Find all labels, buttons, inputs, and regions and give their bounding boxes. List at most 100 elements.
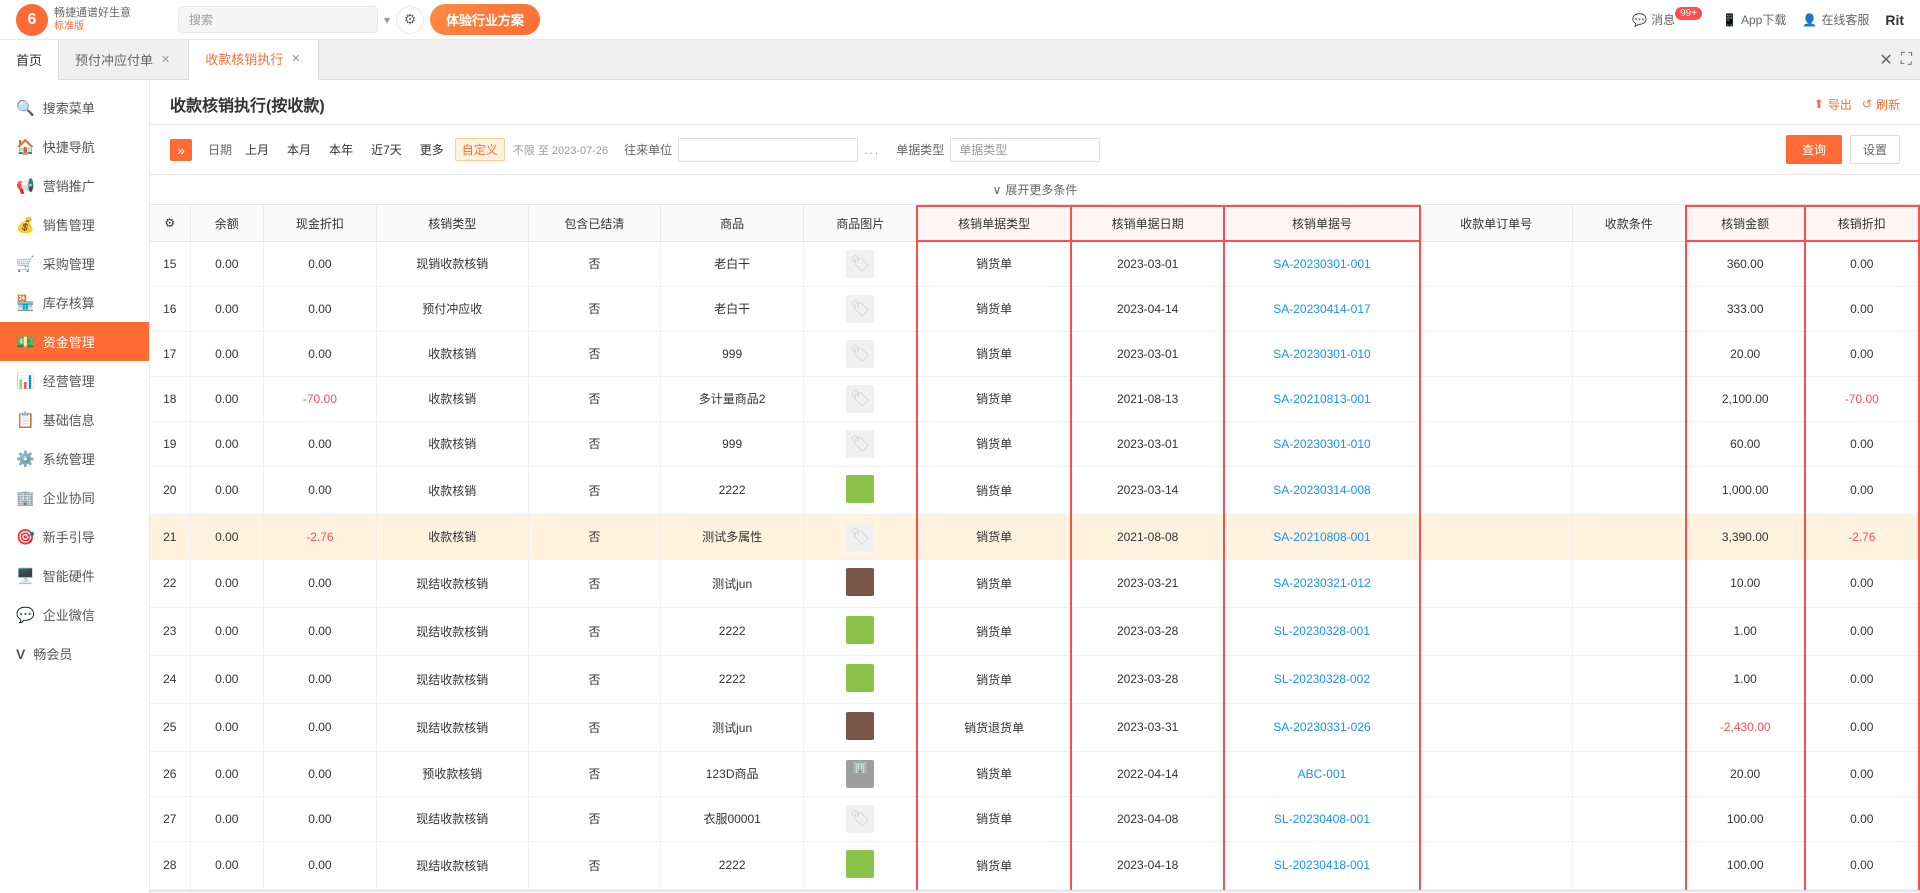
sidebar-item-basic-info[interactable]: 📋 基础信息 bbox=[0, 400, 149, 439]
table-row[interactable]: 15 0.00 0.00 现销收款核销 否 老白干 🏷 销货单 2023-03-… bbox=[150, 241, 1919, 286]
table-row[interactable]: 21 0.00 -2.76 收款核销 否 测试多属性 🏷 销货单 2021-08… bbox=[150, 514, 1919, 559]
voucher-type-select[interactable]: 单据类型 bbox=[950, 138, 1100, 162]
filter-expand-button[interactable]: » bbox=[170, 139, 192, 161]
tab-collection-close[interactable]: ✕ bbox=[289, 52, 302, 65]
td-cash-discount: 0.00 bbox=[264, 655, 377, 703]
table-row[interactable]: 18 0.00 -70.00 收款核销 否 多计量商品2 🏷 销货单 2021-… bbox=[150, 376, 1919, 421]
table-row[interactable]: 19 0.00 0.00 收款核销 否 999 🏷 销货单 2023-03-01… bbox=[150, 421, 1919, 466]
sidebar-item-quick-nav[interactable]: 🏠 快捷导航 bbox=[0, 127, 149, 166]
tab-expand-icon[interactable]: ⛶ bbox=[1901, 51, 1912, 69]
page-header: 收款核销执行(按收款) ⬆ 导出 ↺ 刷新 bbox=[150, 80, 1920, 125]
tab-close-all-icon[interactable]: ✕ bbox=[1879, 50, 1892, 70]
table-row[interactable]: 27 0.00 0.00 现结收款核销 否 衣服00001 🏷 销货单 2023… bbox=[150, 796, 1919, 841]
write-off-no-link[interactable]: SA-20230331-026 bbox=[1273, 720, 1370, 734]
td-include-cleared: 否 bbox=[528, 751, 660, 796]
sidebar-item-purchase[interactable]: 🛒 采购管理 bbox=[0, 244, 149, 283]
th-settings[interactable]: ⚙ bbox=[150, 206, 190, 241]
write-off-no-link[interactable]: SL-20230328-001 bbox=[1274, 624, 1370, 638]
date-btn-this-year[interactable]: 本年 bbox=[322, 138, 360, 161]
td-receipt-order-no bbox=[1420, 607, 1573, 655]
tab-home[interactable]: 首页 bbox=[0, 40, 59, 80]
td-no: 25 bbox=[150, 703, 190, 751]
td-cash-discount: 0.00 bbox=[264, 559, 377, 607]
sidebar-item-system[interactable]: ⚙️ 系统管理 bbox=[0, 439, 149, 478]
sidebar-label-search-menu: 搜索菜单 bbox=[43, 98, 95, 117]
write-off-no-link[interactable]: SL-20230418-001 bbox=[1274, 858, 1370, 872]
td-balance: 0.00 bbox=[190, 796, 264, 841]
write-off-no-link[interactable]: SL-20230408-001 bbox=[1274, 812, 1370, 826]
write-off-no-link[interactable]: ABC-001 bbox=[1298, 767, 1347, 781]
td-write-off-voucher-type: 销货单 bbox=[917, 421, 1071, 466]
td-write-off-discount: -70.00 bbox=[1805, 376, 1919, 421]
tab-prepay-close[interactable]: ✕ bbox=[159, 53, 172, 66]
filter-action-buttons: 查询 设置 bbox=[1786, 135, 1900, 164]
td-write-off-amount: 20.00 bbox=[1686, 751, 1805, 796]
write-off-no-link[interactable]: SA-20230321-012 bbox=[1273, 576, 1370, 590]
settings-button[interactable]: 设置 bbox=[1850, 135, 1900, 164]
write-off-no-link[interactable]: SA-20210808-001 bbox=[1273, 530, 1370, 544]
write-off-no-link[interactable]: SA-20230314-008 bbox=[1273, 483, 1370, 497]
top-search-input[interactable]: 搜索 bbox=[178, 6, 378, 33]
table-row[interactable]: 16 0.00 0.00 预付冲应收 否 老白干 🏷 销货单 2023-04-1… bbox=[150, 286, 1919, 331]
gear-icon[interactable]: ⚙ bbox=[396, 6, 424, 34]
table-container[interactable]: ⚙ 余额 现金折扣 核销类型 包含已结清 商品 商品图片 核销单据类型 核销单据… bbox=[150, 205, 1920, 893]
from-unit-input[interactable] bbox=[678, 138, 858, 162]
td-no: 28 bbox=[150, 841, 190, 889]
sidebar-item-operation[interactable]: 📊 经营管理 bbox=[0, 361, 149, 400]
refresh-button[interactable]: ↺ 刷新 bbox=[1862, 96, 1900, 113]
td-write-off-type: 收款核销 bbox=[376, 421, 528, 466]
td-write-off-discount: 0.00 bbox=[1805, 286, 1919, 331]
th-product: 商品 bbox=[661, 206, 804, 241]
write-off-no-link[interactable]: SA-20230414-017 bbox=[1273, 302, 1370, 316]
write-off-no-link[interactable]: SA-20230301-010 bbox=[1273, 347, 1370, 361]
search-menu-icon: 🔍 bbox=[16, 99, 35, 117]
sidebar-item-inventory[interactable]: 🏪 库存核算 bbox=[0, 283, 149, 322]
table-row[interactable]: 25 0.00 0.00 现结收款核销 否 测试jun 销货退货单 2023-0… bbox=[150, 703, 1919, 751]
query-button[interactable]: 查询 bbox=[1786, 135, 1842, 164]
td-product: 多计量商品2 bbox=[661, 376, 804, 421]
td-balance: 0.00 bbox=[190, 241, 264, 286]
export-button[interactable]: ⬆ 导出 bbox=[1814, 96, 1852, 113]
td-write-off-no: SL-20230328-001 bbox=[1224, 607, 1419, 655]
date-btn-this-month[interactable]: 本月 bbox=[280, 138, 318, 161]
data-table: ⚙ 余额 现金折扣 核销类型 包含已结清 商品 商品图片 核销单据类型 核销单据… bbox=[150, 205, 1920, 890]
tab-collection[interactable]: 收款核销执行 ✕ bbox=[189, 40, 319, 80]
write-off-no-link[interactable]: SA-20210813-001 bbox=[1273, 392, 1370, 406]
table-row[interactable]: 17 0.00 0.00 收款核销 否 999 🏷 销货单 2023-03-01… bbox=[150, 331, 1919, 376]
date-btn-last-month[interactable]: 上月 bbox=[238, 138, 276, 161]
table-row[interactable]: 26 0.00 0.00 预收款核销 否 123D商品 🏢 销货单 2022-0… bbox=[150, 751, 1919, 796]
write-off-no-link[interactable]: SL-20230328-002 bbox=[1274, 672, 1370, 686]
table-row[interactable]: 20 0.00 0.00 收款核销 否 2222 销货单 2023-03-14 … bbox=[150, 466, 1919, 514]
sidebar-item-search-menu[interactable]: 🔍 搜索菜单 bbox=[0, 88, 149, 127]
message-item[interactable]: 💬 消息 99+ bbox=[1632, 11, 1706, 28]
sidebar-item-wechat[interactable]: 💬 企业微信 bbox=[0, 595, 149, 634]
sidebar-item-newbie[interactable]: 🎯 新手引导 bbox=[0, 517, 149, 556]
sidebar-item-enterprise[interactable]: 🏢 企业协同 bbox=[0, 478, 149, 517]
table-row[interactable]: 22 0.00 0.00 现结收款核销 否 测试jun 销货单 2023-03-… bbox=[150, 559, 1919, 607]
write-off-no-link[interactable]: SA-20230301-001 bbox=[1273, 257, 1370, 271]
date-btn-custom[interactable]: 自定义 bbox=[455, 138, 505, 161]
sidebar-item-sales[interactable]: 💰 销售管理 bbox=[0, 205, 149, 244]
sidebar-item-smart-hw[interactable]: 🖥️ 智能硬件 bbox=[0, 556, 149, 595]
tab-prepay[interactable]: 预付冲应付单 ✕ bbox=[59, 40, 189, 80]
table-row[interactable]: 23 0.00 0.00 现结收款核销 否 2222 销货单 2023-03-2… bbox=[150, 607, 1919, 655]
expand-more-button[interactable]: ∨ 展开更多条件 bbox=[993, 181, 1078, 198]
table-row[interactable]: 24 0.00 0.00 现结收款核销 否 2222 销货单 2023-03-2… bbox=[150, 655, 1919, 703]
from-unit-dots[interactable]: ... bbox=[864, 143, 880, 157]
td-receipt-condition bbox=[1572, 607, 1686, 655]
sidebar-item-vip[interactable]: V 畅会员 bbox=[0, 634, 149, 673]
product-image: 🏷 bbox=[846, 805, 874, 833]
trial-button[interactable]: 体验行业方案 bbox=[430, 4, 540, 35]
app-download-item[interactable]: 📱 App下载 bbox=[1722, 11, 1786, 28]
online-service-item[interactable]: 👤 在线客服 bbox=[1802, 11, 1869, 28]
date-btn-7days[interactable]: 近7天 bbox=[364, 138, 409, 161]
td-cash-discount: 0.00 bbox=[264, 286, 377, 331]
table-row[interactable]: 28 0.00 0.00 现结收款核销 否 2222 销货单 2023-04-1… bbox=[150, 841, 1919, 889]
date-btn-more[interactable]: 更多 bbox=[413, 138, 451, 161]
write-off-no-link[interactable]: SA-20230301-010 bbox=[1273, 437, 1370, 451]
sidebar-item-finance[interactable]: 💵 资金管理 bbox=[0, 322, 149, 361]
td-write-off-type: 预付冲应收 bbox=[376, 286, 528, 331]
search-dropdown-arrow[interactable]: ▾ bbox=[384, 13, 390, 27]
sidebar-item-marketing[interactable]: 📢 营销推广 bbox=[0, 166, 149, 205]
td-receipt-condition bbox=[1572, 703, 1686, 751]
